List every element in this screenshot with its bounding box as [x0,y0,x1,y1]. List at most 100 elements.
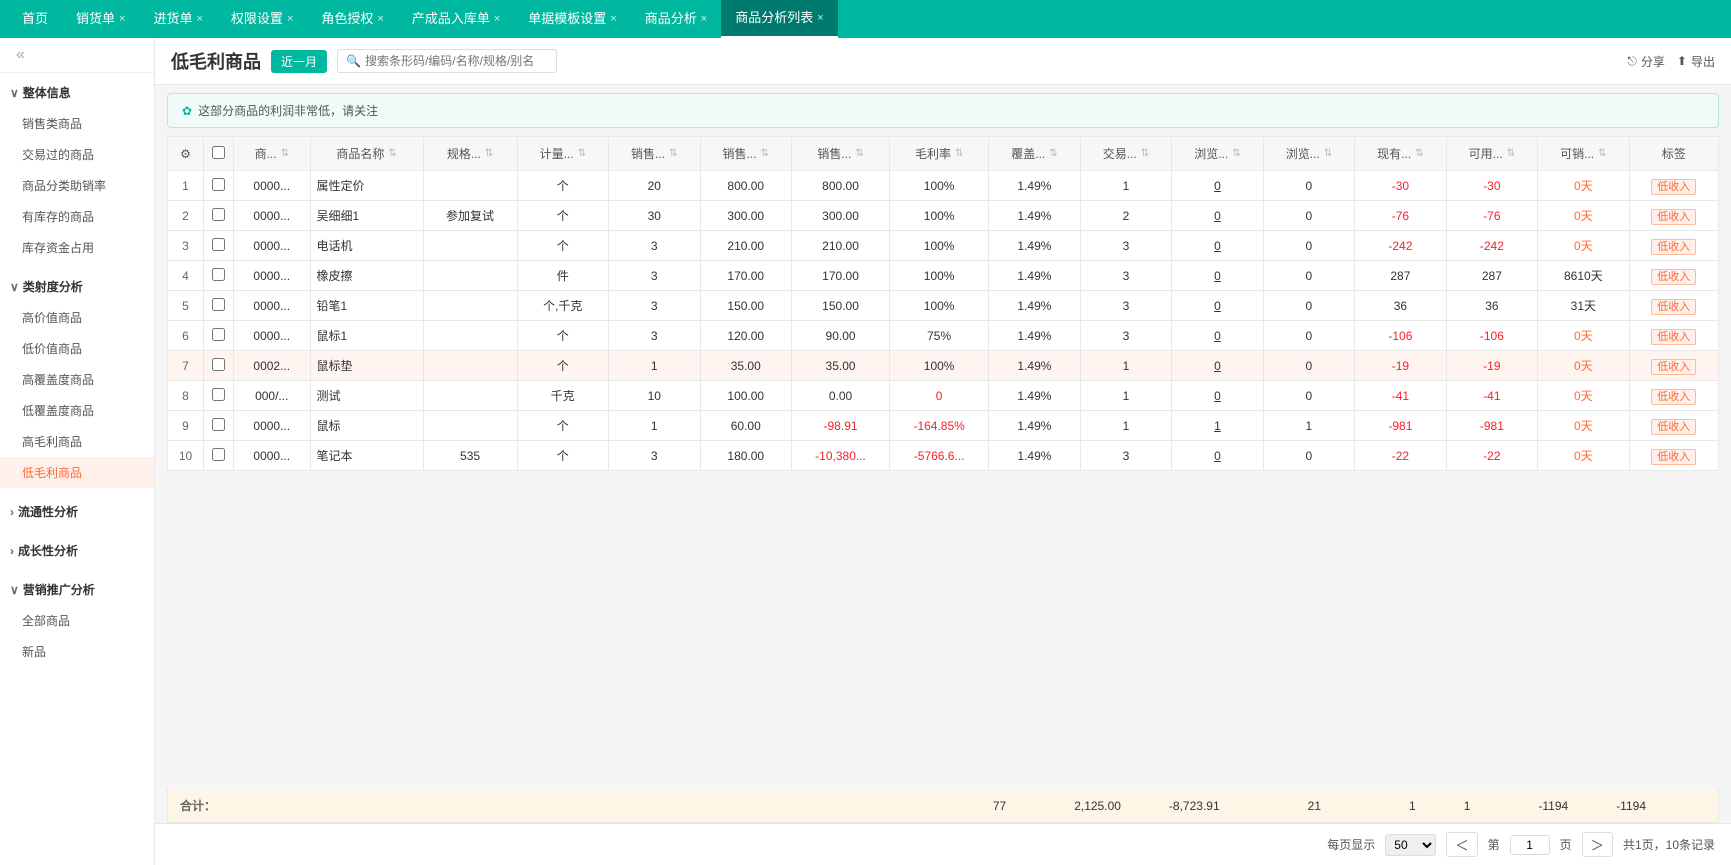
row-unit: 件 [517,261,608,291]
nav-template-settings[interactable]: 单据模板设置 × [514,0,630,38]
close-permissions[interactable]: × [287,0,293,38]
col-checkbox[interactable] [204,137,234,171]
col-sale-price: 销售...⇅ [700,137,791,171]
row-checkbox[interactable] [212,238,225,251]
search-input[interactable] [365,54,545,68]
row-name: 属性定价 [310,171,423,201]
row-view1[interactable]: 0 [1172,261,1263,291]
row-view1[interactable]: 0 [1172,351,1263,381]
sidebar-section-liquidity-header[interactable]: › 流通性分析 [0,496,154,527]
row-view1[interactable]: 0 [1172,171,1263,201]
row-checkbox[interactable] [212,178,225,191]
row-checkbox-cell[interactable] [204,321,234,351]
row-checkbox-cell[interactable] [204,351,234,381]
close-sales-order[interactable]: × [119,0,125,38]
row-sale-amount: 170.00 [791,261,889,291]
row-checkbox-cell[interactable] [204,411,234,441]
sidebar-item-stocked-goods[interactable]: 有库存的商品 [0,201,154,232]
export-button[interactable]: ⬆ 导出 [1677,53,1715,70]
row-checkbox[interactable] [212,388,225,401]
page-label: 第 [1488,836,1500,853]
row-name: 鼠标垫 [310,351,423,381]
row-checkbox-cell[interactable] [204,441,234,471]
row-sale-qty: 1 [609,351,700,381]
row-no: 3 [168,231,204,261]
row-checkbox[interactable] [212,448,225,461]
close-purchase-order[interactable]: × [196,0,202,38]
row-view1[interactable]: 0 [1172,291,1263,321]
row-checkbox[interactable] [212,298,225,311]
row-unit: 个 [517,441,608,471]
sidebar-item-high-value[interactable]: 高价值商品 [0,302,154,333]
page-input[interactable] [1510,835,1550,855]
row-no: 2 [168,201,204,231]
sidebar-item-sales-goods[interactable]: 销售类商品 [0,108,154,139]
nav-role-auth[interactable]: 角色授权 × [307,0,397,38]
date-filter-button[interactable]: 近一月 [271,50,327,73]
total-records: 共1页，10条记录 [1623,836,1715,853]
sidebar-section-growth-header[interactable]: › 成长性分析 [0,535,154,566]
nav-home[interactable]: 首页 [8,0,62,38]
prev-page-button[interactable]: ＜ [1446,832,1477,857]
row-checkbox-cell[interactable] [204,381,234,411]
sidebar-item-low-coverage[interactable]: 低覆盖度商品 [0,395,154,426]
close-product-warehouse[interactable]: × [494,0,500,38]
sidebar-item-low-margin[interactable]: 低毛利商品 [0,457,154,488]
close-product-analysis[interactable]: × [701,0,707,38]
sidebar-section-analysis-header[interactable]: ∨ 类射度分析 [0,271,154,302]
row-tag: 低收入 [1629,231,1718,261]
share-button[interactable]: ⎋ 分享 [1627,53,1665,70]
row-view2: 0 [1263,171,1354,201]
next-page-button[interactable]: ＞ [1582,832,1613,857]
nav-permissions[interactable]: 权限设置 × [217,0,307,38]
nav-sales-order[interactable]: 销货单 × [62,0,139,38]
row-view1[interactable]: 0 [1172,201,1263,231]
select-all-checkbox[interactable] [212,146,225,159]
row-view1[interactable]: 0 [1172,441,1263,471]
row-view1[interactable]: 1 [1172,411,1263,441]
row-checkbox[interactable] [212,328,225,341]
row-gross-rate: 100% [890,291,989,321]
sidebar-section-marketing-header[interactable]: ∨ 营销推广分析 [0,574,154,605]
row-checkbox-cell[interactable] [204,171,234,201]
row-name: 鼠标1 [310,321,423,351]
row-checkbox[interactable] [212,358,225,371]
row-view1[interactable]: 0 [1172,321,1263,351]
col-settings[interactable]: ⚙ [168,137,204,171]
row-view2: 0 [1263,261,1354,291]
per-page-select[interactable]: 50 100 200 [1385,834,1436,856]
row-checkbox[interactable] [212,418,225,431]
sidebar-item-goods-sales-rate[interactable]: 商品分类助销率 [0,170,154,201]
row-deal: 3 [1080,441,1171,471]
table-body: 1 0000... 属性定价 个 20 800.00 800.00 100% 1… [168,171,1719,471]
row-no: 6 [168,321,204,351]
row-checkbox-cell[interactable] [204,231,234,261]
close-template-settings[interactable]: × [610,0,616,38]
row-tag: 低收入 [1629,411,1718,441]
row-checkbox[interactable] [212,208,225,221]
sidebar-section-overview-header[interactable]: ∨ 整体信息 [0,77,154,108]
pagination-bar: 每页显示 50 100 200 ＜ 第 页 ＞ 共1页，10条记录 [155,823,1731,865]
sidebar-item-inventory-capital[interactable]: 库存资金占用 [0,232,154,263]
sidebar-item-new-goods[interactable]: 新品 [0,636,154,667]
close-role-auth[interactable]: × [377,0,383,38]
row-current-stock: -22 [1355,441,1446,471]
close-product-analysis-list[interactable]: × [817,0,823,37]
nav-product-analysis-list[interactable]: 商品分析列表 × [721,0,837,38]
row-checkbox-cell[interactable] [204,261,234,291]
row-view1[interactable]: 0 [1172,231,1263,261]
sidebar-item-all-goods[interactable]: 全部商品 [0,605,154,636]
collapse-sidebar-btn[interactable]: « [10,46,31,64]
sidebar-item-high-coverage[interactable]: 高覆盖度商品 [0,364,154,395]
row-view1[interactable]: 0 [1172,381,1263,411]
nav-purchase-order[interactable]: 进货单 × [139,0,216,38]
row-checkbox-cell[interactable] [204,291,234,321]
row-coverage: 1.49% [989,261,1080,291]
row-checkbox[interactable] [212,268,225,281]
sidebar-item-traded-goods[interactable]: 交易过的商品 [0,139,154,170]
nav-product-warehouse[interactable]: 产成品入库单 × [398,0,514,38]
row-checkbox-cell[interactable] [204,201,234,231]
nav-product-analysis[interactable]: 商品分析 × [631,0,721,38]
sidebar-item-high-margin[interactable]: 高毛利商品 [0,426,154,457]
sidebar-item-low-value[interactable]: 低价值商品 [0,333,154,364]
